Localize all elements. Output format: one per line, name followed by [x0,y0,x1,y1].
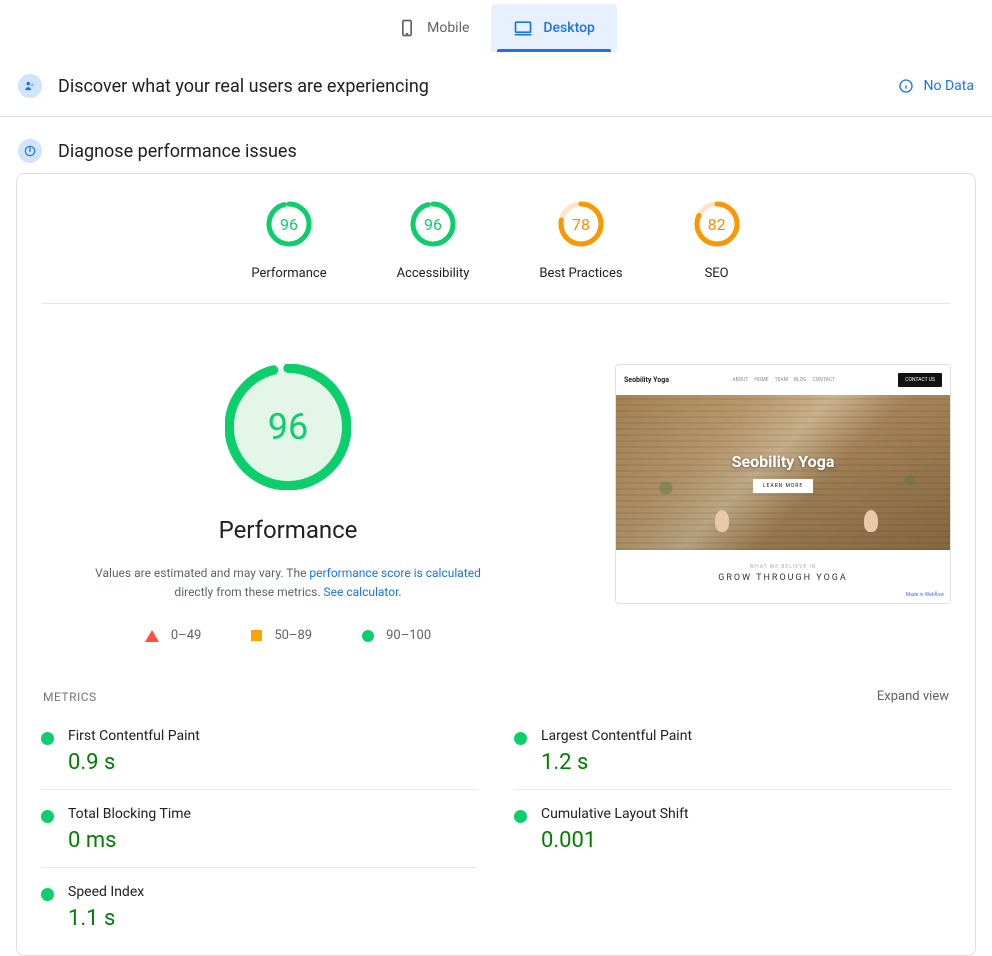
device-tabs: Mobile Desktop [0,0,992,52]
metric-value: 0.9 s [68,750,478,775]
gauge-label: Best Practices [539,266,622,281]
rux-title: Discover what your real users are experi… [58,76,429,97]
preview-badge: Made in Webflow [906,592,944,598]
preview-hero-title: Seobility Yoga [732,452,835,471]
metric-name: Total Blocking Time [68,806,478,822]
performance-desc: Values are estimated and may vary. The p… [88,564,488,602]
metrics-title: METRICS [43,690,97,704]
gauge-accessibility[interactable]: 96 Accessibility [397,200,470,281]
legend-good: 90–100 [362,628,431,643]
status-dot-icon [41,732,54,745]
diagnose-title: Diagnose performance issues [58,141,297,162]
tab-mobile[interactable]: Mobile [375,4,491,52]
see-calculator-link[interactable]: See calculator. [324,585,402,599]
performance-row: 96 Performance Values are estimated and … [41,364,951,643]
metric-value: 0 ms [68,828,478,853]
perf-calc-link[interactable]: performance score is calculated [309,566,480,580]
metric-speed-index[interactable]: Speed Index 1.1 s [41,867,478,945]
gauge-score: 96 [409,200,457,248]
preview-learn-more: LEARN MORE [753,479,813,493]
gauge-label: Accessibility [397,266,470,281]
circle-icon [362,630,374,642]
mobile-icon [397,18,417,38]
preview-nav: ABOUT HOME TEAM BLOG CONTACT [732,377,835,383]
tab-mobile-label: Mobile [427,20,469,36]
perf-desc-mid: directly from these metrics. [174,585,323,599]
square-icon [251,630,262,641]
desktop-icon [513,18,533,38]
preview-grow: GROW THROUGH YOGA [616,573,950,583]
performance-summary: 96 Performance Values are estimated and … [41,364,535,643]
preview-small: WHAT WE BELIEVE IN [616,564,950,570]
preview-brand: Seobility Yoga [624,376,669,384]
legend-bad: 0–49 [145,628,201,643]
metric-name: Speed Index [68,884,478,900]
metric-value: 1.1 s [68,906,478,931]
gauge-seo[interactable]: 82 SEO [693,200,741,281]
gauge-score: 96 [265,200,313,248]
metric-first-contentful-paint[interactable]: First Contentful Paint 0.9 s [41,712,478,789]
performance-big-gauge: 96 [225,364,351,490]
expand-view-toggle[interactable]: Expand view [877,689,949,704]
metric-cumulative-layout-shift[interactable]: Cumulative Layout Shift 0.001 [514,789,951,867]
triangle-icon [145,630,159,642]
perf-desc-prefix: Values are estimated and may vary. The [95,566,309,580]
metric-name: Cumulative Layout Shift [541,806,951,822]
gauge-best-practices[interactable]: 78 Best Practices [539,200,622,281]
lighthouse-card: 96 Performance 96 Accessibility 78 Best … [16,173,976,956]
metric-total-blocking-time[interactable]: Total Blocking Time 0 ms [41,789,478,867]
no-data-label: No Data [924,78,974,94]
metric-name: Largest Contentful Paint [541,728,951,744]
metric-largest-contentful-paint[interactable]: Largest Contentful Paint 1.2 s [514,712,951,789]
gauge-label: Performance [251,266,326,281]
performance-big-score: 96 [225,364,351,490]
preview-cta: CONTACT US [898,373,942,387]
status-dot-icon [514,732,527,745]
metric-value: 1.2 s [541,750,951,775]
info-icon [898,78,914,94]
status-dot-icon [514,810,527,823]
page-preview: Seobility Yoga ABOUT HOME TEAM BLOG CONT… [615,364,951,604]
metrics-grid: First Contentful Paint 0.9 s Largest Con… [41,712,951,945]
rux-section: Discover what your real users are experi… [0,52,992,117]
gauge-performance[interactable]: 96 Performance [251,200,326,281]
diagnose-icon [18,139,42,163]
gauge-score: 82 [693,200,741,248]
tab-desktop[interactable]: Desktop [491,4,616,52]
status-dot-icon [41,888,54,901]
gauge-score: 78 [557,200,605,248]
metric-value: 0.001 [541,828,951,853]
status-dot-icon [41,810,54,823]
metric-name: First Contentful Paint [68,728,478,744]
no-data-link[interactable]: No Data [898,78,974,94]
category-gauges: 96 Performance 96 Accessibility 78 Best … [41,194,951,304]
metrics-header: METRICS Expand view [41,689,951,704]
gauge-label: SEO [705,266,729,281]
performance-title: Performance [219,516,358,544]
diagnose-section: Diagnose performance issues [0,117,992,173]
score-legend: 0–49 50–89 90–100 [145,628,431,643]
tab-desktop-label: Desktop [543,20,594,36]
users-icon [18,74,42,98]
legend-mid: 50–89 [251,628,312,643]
